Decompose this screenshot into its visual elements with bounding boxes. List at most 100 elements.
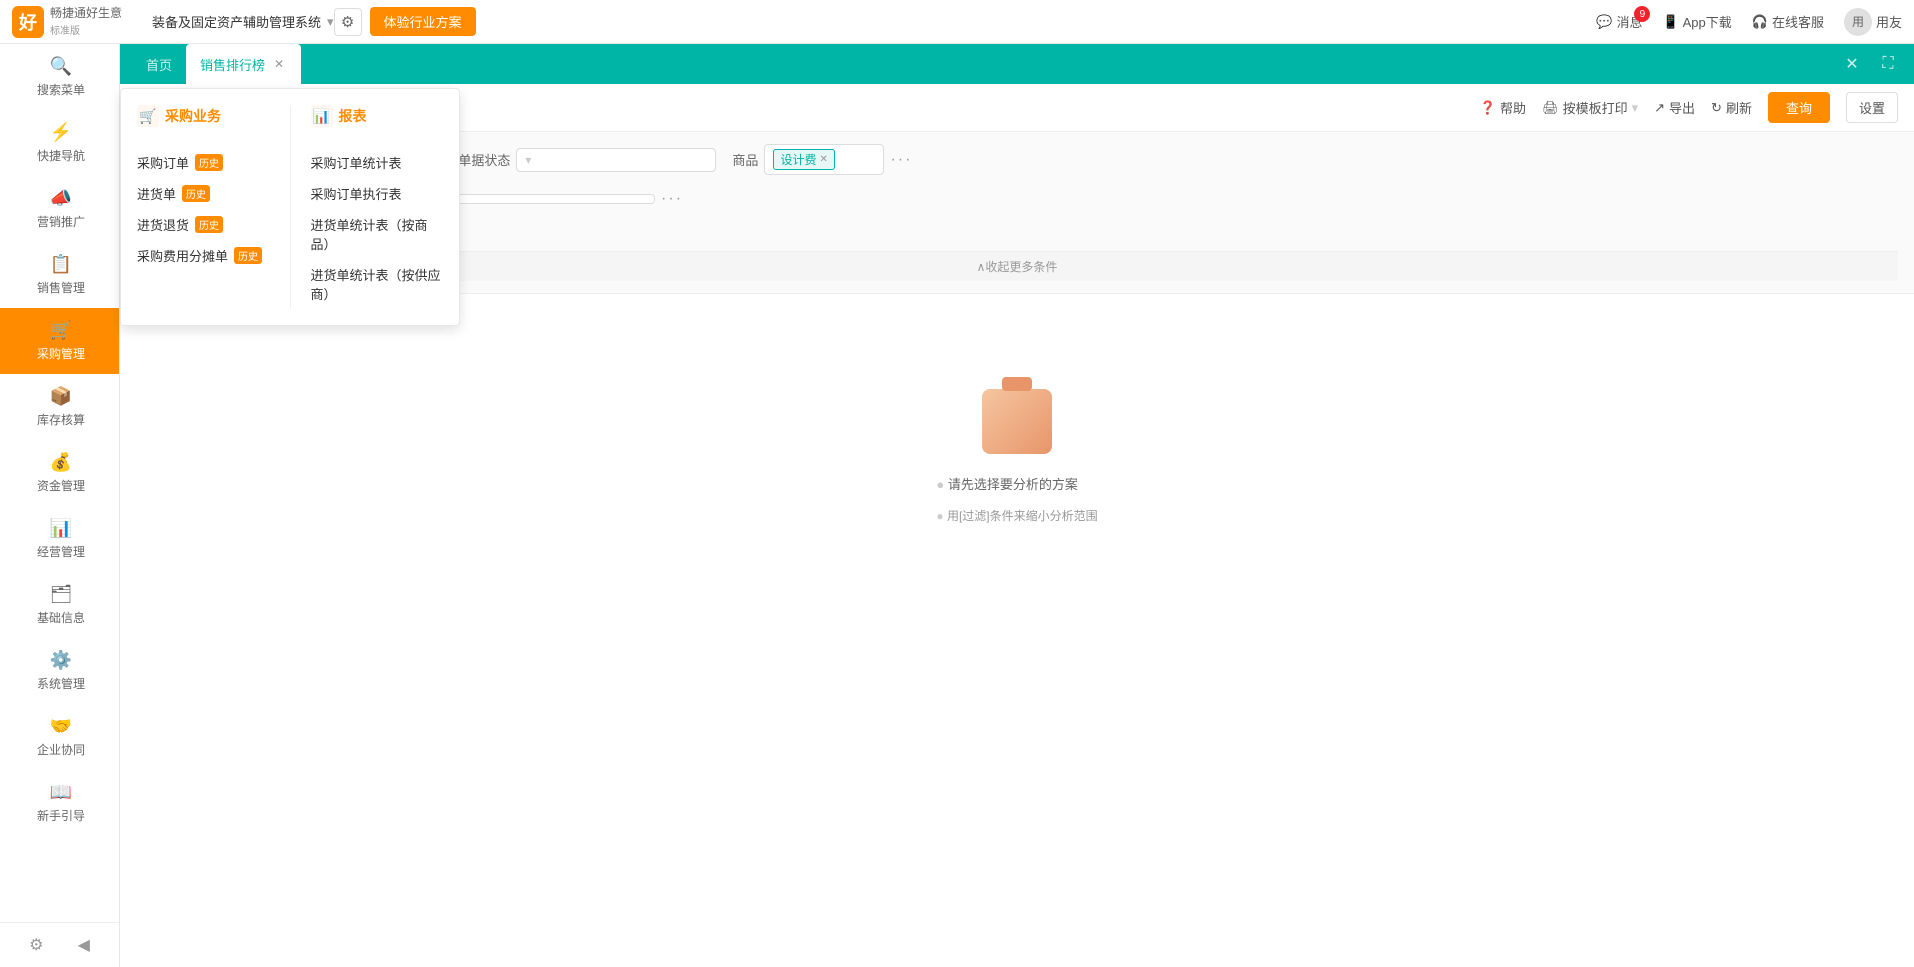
sidebar-item-operations[interactable]: 📊 经营管理 bbox=[0, 506, 119, 572]
print-dropdown-icon: ▾ bbox=[1632, 100, 1639, 116]
system-icon: ⚙️ bbox=[50, 650, 72, 671]
empty-hint-2-text: 用[过滤]条件来缩小分析范围 bbox=[947, 509, 1098, 523]
settings-btn[interactable]: 设置 bbox=[1846, 92, 1898, 123]
dropdown-divider bbox=[290, 105, 291, 309]
goods-tag[interactable]: 设计费 ✕ bbox=[773, 149, 834, 170]
system-dropdown-arrow[interactable]: ▾ bbox=[327, 14, 334, 30]
purchase-receipt-item[interactable]: 进货单 历史 bbox=[137, 178, 270, 209]
settings-gear-icon[interactable]: ⚙ bbox=[334, 8, 362, 36]
receipt-stat-supplier-item[interactable]: 进货单统计表（按供应商） bbox=[311, 259, 444, 309]
sidebar-item-basic[interactable]: 🗂 基础信息 bbox=[0, 572, 119, 638]
phone-icon: 📱 bbox=[1662, 14, 1678, 30]
app-download-label: App下载 bbox=[1683, 12, 1732, 31]
sidebar-item-sales[interactable]: 📋 销售管理 bbox=[0, 242, 119, 308]
messages-btn[interactable]: 💬 消息 9 bbox=[1596, 12, 1642, 31]
sidebar-item-search[interactable]: 🔍 搜索菜单 bbox=[0, 44, 119, 110]
inventory-icon: 📦 bbox=[50, 386, 72, 407]
goods-filter: 商品 设计费 ✕ ··· bbox=[732, 144, 912, 175]
purchase-return-item[interactable]: 进货退货 历史 bbox=[137, 209, 270, 240]
purchase-order-stat-item[interactable]: 采购订单统计表 bbox=[311, 147, 444, 178]
receipt-stat-supplier-label: 进货单统计表（按供应商） bbox=[311, 265, 444, 303]
salesperson-dots[interactable]: ··· bbox=[661, 190, 683, 208]
system-name: 装备及固定资产辅助管理系统 bbox=[152, 12, 321, 31]
sidebar-item-quicknav[interactable]: ⚡ 快捷导航 bbox=[0, 110, 119, 176]
experience-btn[interactable]: 体验行业方案 bbox=[370, 7, 476, 36]
help-btn[interactable]: ❓ 帮助 bbox=[1480, 98, 1526, 117]
export-label: 导出 bbox=[1669, 98, 1695, 117]
purchase-order-exec-label: 采购订单执行表 bbox=[311, 184, 402, 203]
sidebar-item-inventory[interactable]: 📦 库存核算 bbox=[0, 374, 119, 440]
print-btn[interactable]: 🖨 按模板打印 ▾ bbox=[1542, 98, 1638, 117]
doc-status-input[interactable]: ▾ bbox=[516, 148, 716, 172]
report-col-title: 📊 报表 bbox=[311, 105, 444, 135]
goods-dots[interactable]: ··· bbox=[890, 151, 912, 169]
purchase-return-hist-badge: 历史 bbox=[195, 216, 223, 233]
purchase-cost-item[interactable]: 采购费用分摊单 历史 bbox=[137, 240, 270, 271]
sidebar-label-system: 系统管理 bbox=[37, 675, 85, 692]
sidebar-footer: ⚙ ◀ bbox=[0, 922, 119, 967]
purchase-order-stat-label: 采购订单统计表 bbox=[311, 153, 402, 172]
app-download-btn[interactable]: 📱 App下载 bbox=[1662, 12, 1731, 31]
purchase-return-label: 进货退货 bbox=[137, 215, 189, 234]
goods-tag-remove-icon[interactable]: ✕ bbox=[819, 154, 827, 165]
sidebar-label-marketing: 营销推广 bbox=[37, 213, 85, 230]
refresh-icon: ↻ bbox=[1711, 100, 1722, 116]
tab-close-icon[interactable]: ✕ bbox=[271, 56, 287, 72]
tab-home[interactable]: 首页 bbox=[132, 44, 186, 84]
purchase-col-title: 🛒 采购业务 bbox=[137, 105, 270, 135]
empty-state: ● 请先选择要分析的方案 ● 用[过滤]条件来缩小分析范围 bbox=[120, 294, 1914, 604]
headset-icon: 🎧 bbox=[1752, 14, 1768, 30]
marketing-icon: 📣 bbox=[50, 188, 72, 209]
goods-input[interactable]: 设计费 ✕ bbox=[764, 144, 884, 175]
sidebar-item-purchase[interactable]: 🛒 采购管理 bbox=[0, 308, 119, 374]
sidebar-label-enterprise: 企业协同 bbox=[37, 741, 85, 758]
sidebar-item-newbie[interactable]: 📖 新手引导 bbox=[0, 770, 119, 836]
help-label: 帮助 bbox=[1500, 98, 1526, 117]
sidebar-label-quicknav: 快捷导航 bbox=[37, 147, 85, 164]
logo-text-area: 畅捷通好生意 标准版 bbox=[50, 6, 122, 37]
finance-icon: 💰 bbox=[50, 452, 72, 473]
export-btn[interactable]: ↗ 导出 bbox=[1654, 98, 1695, 117]
print-label: 按模板打印 bbox=[1563, 98, 1628, 117]
salesperson-input[interactable] bbox=[455, 194, 655, 204]
purchase-dropdown-menu: 🛒 采购业务 采购订单 历史 进货单 历史 进货退货 历史 采购费用分摊单 历史… bbox=[120, 88, 460, 326]
print-icon: 🖨 bbox=[1542, 100, 1559, 116]
enterprise-icon: 🤝 bbox=[50, 716, 72, 737]
collapse-label: 收起更多条件 bbox=[985, 258, 1057, 275]
sidebar-item-marketing[interactable]: 📣 营销推广 bbox=[0, 176, 119, 242]
doc-status-label: 单据状态 bbox=[458, 150, 510, 169]
empty-hint-2: ● 用[过滤]条件来缩小分析范围 bbox=[936, 507, 1097, 524]
message-icon: 💬 bbox=[1596, 14, 1612, 30]
tab-resize-icon[interactable]: ⛶ bbox=[1874, 50, 1902, 78]
purchase-col-icon: 🛒 bbox=[137, 105, 159, 127]
empty-hint-1: ● 请先选择要分析的方案 bbox=[936, 474, 1078, 493]
receipt-stat-goods-item[interactable]: 进货单统计表（按商品） bbox=[311, 209, 444, 259]
operations-icon: 📊 bbox=[50, 518, 72, 539]
sidebar-label-newbie: 新手引导 bbox=[37, 807, 85, 824]
report-col-title-text: 报表 bbox=[339, 106, 367, 126]
sidebar-item-enterprise[interactable]: 🤝 企业协同 bbox=[0, 704, 119, 770]
messages-badge: 9 bbox=[1634, 6, 1650, 22]
system-name-area: 装备及固定资产辅助管理系统 ▾ bbox=[152, 12, 334, 31]
tab-home-label: 首页 bbox=[146, 55, 172, 74]
sidebar-label-operations: 经营管理 bbox=[37, 543, 85, 560]
doc-status-filter: 单据状态 ▾ bbox=[458, 148, 716, 172]
query-btn[interactable]: 查询 bbox=[1768, 92, 1830, 123]
online-service-btn[interactable]: 🎧 在线客服 bbox=[1752, 12, 1824, 31]
tab-sales-rank[interactable]: 销售排行榜 ✕ bbox=[186, 44, 301, 84]
purchase-order-exec-item[interactable]: 采购订单执行表 bbox=[311, 178, 444, 209]
user-area[interactable]: 用 用友 bbox=[1844, 8, 1902, 36]
refresh-btn[interactable]: ↻ 刷新 bbox=[1711, 98, 1752, 117]
quicknav-icon: ⚡ bbox=[50, 122, 72, 143]
tab-close-window-icon[interactable]: ✕ bbox=[1838, 50, 1866, 78]
sidebar-label-basic: 基础信息 bbox=[37, 609, 85, 626]
sidebar-footer-collapse-icon[interactable]: ◀ bbox=[78, 935, 90, 955]
sidebar-label-purchase: 采购管理 bbox=[37, 345, 85, 362]
sidebar-item-system[interactable]: ⚙️ 系统管理 bbox=[0, 638, 119, 704]
sidebar-footer-settings-icon[interactable]: ⚙ bbox=[29, 935, 43, 955]
purchase-icon: 🛒 bbox=[50, 320, 72, 341]
sidebar-item-finance[interactable]: 💰 资金管理 bbox=[0, 440, 119, 506]
purchase-order-label: 采购订单 bbox=[137, 153, 189, 172]
sales-icon: 📋 bbox=[50, 254, 72, 275]
purchase-order-item[interactable]: 采购订单 历史 bbox=[137, 147, 270, 178]
